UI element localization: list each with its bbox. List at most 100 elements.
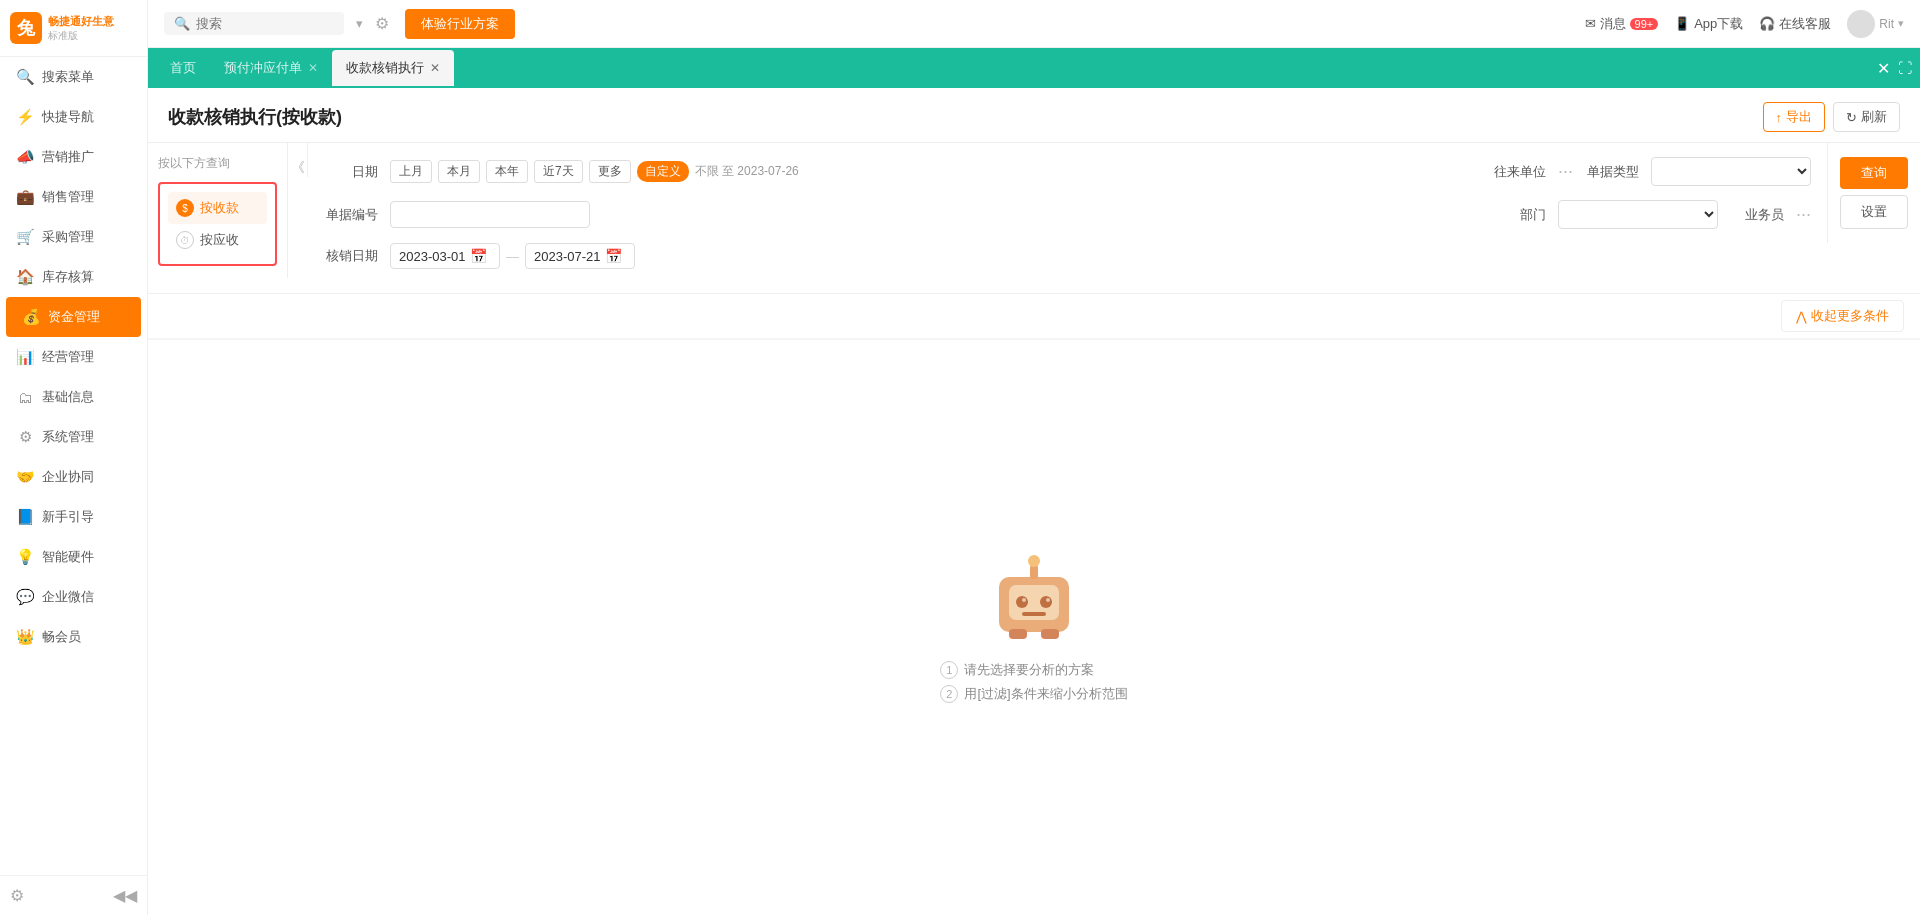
sidebar-item-guide[interactable]: 📘 新手引导 [0,497,147,537]
sidebar-item-purchase[interactable]: 🛒 采购管理 [0,217,147,257]
gear-icon[interactable]: ⚙ [375,14,389,33]
sidebar-label-hardware: 智能硬件 [42,548,94,566]
maximize-icon[interactable]: ⛶ [1898,60,1912,76]
inventory-icon: 🏠 [16,268,34,286]
verify-end-value: 2023-07-21 [534,249,601,264]
sidebar-label-basic: 基础信息 [42,388,94,406]
tab-prepay-label: 预付冲应付单 [224,59,302,77]
sidebar-item-marketing[interactable]: 📣 营销推广 [0,137,147,177]
tab-receipt[interactable]: 收款核销执行 ✕ [332,50,454,86]
user-avatar-item[interactable]: Rit ▾ [1847,10,1904,38]
sidebar-item-wechat[interactable]: 💬 企业微信 [0,577,147,617]
page-header: 收款核销执行(按收款) ↑ 导出 ↻ 刷新 [148,88,1920,143]
filter-row-1: 日期 上月 本月 本年 近7天 更多 自定义 不限 至 2023-07-26 往… [324,157,1811,186]
wechat-icon: 💬 [16,588,34,606]
tab-bar: 首页 预付冲应付单 ✕ 收款核销执行 ✕ ✕ ⛶ [148,48,1920,88]
app-download-label: App下载 [1694,15,1743,33]
sidebar-label-finance: 资金管理 [48,308,100,326]
counterpart-ellipsis[interactable]: ··· [1558,161,1573,182]
svg-point-2 [1016,596,1028,608]
setting-button[interactable]: 设置 [1840,195,1908,229]
collapse-icon: ⋀ [1796,309,1807,324]
tab-prepay-close[interactable]: ✕ [308,61,318,75]
dept-select[interactable] [1558,200,1718,229]
service-icon: 🎧 [1759,16,1775,31]
filter-by-receipt[interactable]: $ 按收款 [168,192,267,224]
topbar-right: ✉ 消息 99+ 📱 App下载 🎧 在线客服 Rit ▾ [1585,10,1904,38]
app-download-item[interactable]: 📱 App下载 [1674,15,1743,33]
basic-icon: 🗂 [16,389,34,406]
filter-options-panel: $ 按收款 ⏱ 按应收 [158,182,277,266]
vip-icon: 👑 [16,628,34,646]
sidebar-item-vip[interactable]: 👑 畅会员 [0,617,147,657]
refresh-button[interactable]: ↻ 刷新 [1833,102,1900,132]
settings-icon[interactable]: ⚙ [10,886,24,905]
staff-ellipsis[interactable]: ··· [1796,204,1811,225]
sidebar-item-search[interactable]: 🔍 搜索菜单 [0,57,147,97]
message-badge: 99+ [1630,18,1659,30]
search-input[interactable] [196,16,334,31]
dropdown-icon[interactable]: ▾ [356,16,363,31]
receivable-icon: ⏱ [176,231,194,249]
filter-by-receivable[interactable]: ⏱ 按应收 [168,224,267,256]
svg-rect-9 [1009,629,1027,639]
empty-illustration [984,547,1084,647]
collapse-sidebar-icon[interactable]: ◀◀ [113,886,137,905]
sidebar-item-basic[interactable]: 🗂 基础信息 [0,377,147,417]
collapse-label: 收起更多条件 [1811,307,1889,325]
user-dropdown-icon: ▾ [1898,17,1904,30]
filter-row-3: 核销日期 2023-03-01 📅 — 2023-07-21 📅 [324,243,1811,269]
sidebar-item-shortcut[interactable]: ⚡ 快捷导航 [0,97,147,137]
close-window-icon[interactable]: ✕ [1877,59,1890,78]
username-label: Rit [1879,17,1894,31]
verify-start-value: 2023-03-01 [399,249,466,264]
tab-prepay[interactable]: 预付冲应付单 ✕ [210,50,332,86]
sidebar-label-inventory: 库存核算 [42,268,94,286]
filter-area: 按以下方查询 $ 按收款 ⏱ 按应收 《 [148,143,1920,293]
date-btn-this-month[interactable]: 本月 [438,160,480,183]
purchase-icon: 🛒 [16,228,34,246]
date-btn-more[interactable]: 更多 [589,160,631,183]
solution-button[interactable]: 体验行业方案 [405,9,515,39]
topbar-search-box[interactable]: 🔍 [164,12,344,35]
date-btn-7days[interactable]: 近7天 [534,160,583,183]
online-service-item[interactable]: 🎧 在线客服 [1759,15,1831,33]
query-button[interactable]: 查询 [1840,157,1908,189]
counterpart-label: 往来单位 [1492,163,1546,181]
sidebar-item-system[interactable]: ⚙ 系统管理 [0,417,147,457]
verify-date-end[interactable]: 2023-07-21 📅 [525,243,635,269]
guide-icon: 📘 [16,508,34,526]
filter-collapse-toggle[interactable]: 《 [288,143,308,177]
date-shortcuts: 上月 本月 本年 近7天 更多 自定义 不限 至 2023-07-26 [390,160,799,183]
date-btn-last-month[interactable]: 上月 [390,160,432,183]
sidebar-label-system: 系统管理 [42,428,94,446]
refresh-icon: ↻ [1846,110,1857,125]
sidebar-item-sales[interactable]: 💼 销售管理 [0,177,147,217]
doc-no-label: 单据编号 [324,206,378,224]
verify-date-start[interactable]: 2023-03-01 📅 [390,243,500,269]
svg-point-8 [1028,555,1040,567]
tip-num-2: 2 [940,685,958,703]
message-item[interactable]: ✉ 消息 99+ [1585,15,1659,33]
sidebar-item-operation[interactable]: 📊 经营管理 [0,337,147,377]
sidebar-item-collab[interactable]: 🤝 企业协同 [0,457,147,497]
collapse-more-button[interactable]: ⋀ 收起更多条件 [1781,300,1904,332]
export-button[interactable]: ↑ 导出 [1763,102,1826,132]
date-btn-this-year[interactable]: 本年 [486,160,528,183]
content-area: 收款核销执行(按收款) ↑ 导出 ↻ 刷新 按以下方查询 [148,88,1920,915]
sidebar-item-hardware[interactable]: 💡 智能硬件 [0,537,147,577]
logo-area: 兔 畅捷通好生意 标准版 [0,0,147,57]
calendar-end-icon: 📅 [605,248,622,264]
doc-type-select[interactable] [1651,157,1811,186]
sidebar-item-inventory[interactable]: 🏠 库存核算 [0,257,147,297]
empty-state: 1 请先选择要分析的方案 2 用[过滤]条件来缩小分析范围 [148,340,1920,915]
tab-receipt-close[interactable]: ✕ [430,61,440,75]
svg-rect-7 [1030,565,1038,579]
doc-no-input[interactable] [390,201,590,228]
sidebar-label-collab: 企业协同 [42,468,94,486]
tip-num-1: 1 [940,661,958,679]
page-title: 收款核销执行(按收款) [168,105,342,129]
tab-home[interactable]: 首页 [156,50,210,86]
sidebar-item-finance[interactable]: 💰 资金管理 [6,297,141,337]
svg-point-3 [1040,596,1052,608]
